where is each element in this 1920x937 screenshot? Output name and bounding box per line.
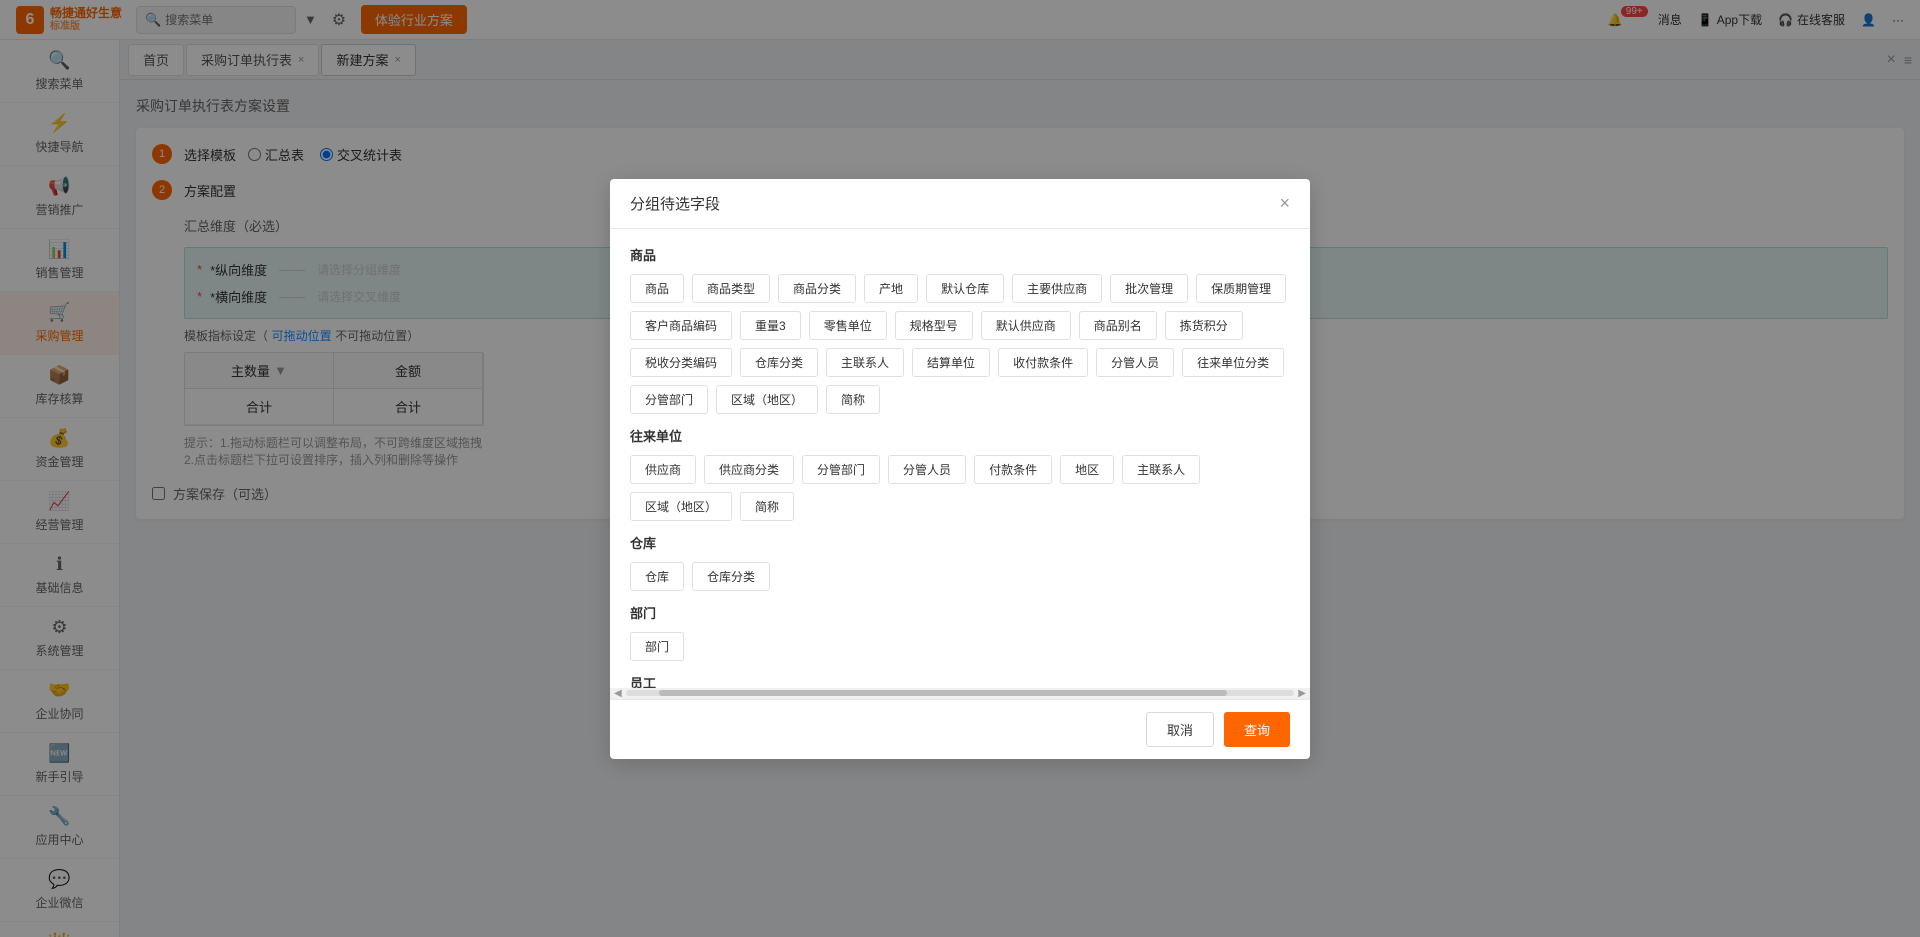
field-tag-0-5[interactable]: 主要供应商 <box>1012 274 1102 303</box>
scroll-right-arrow[interactable]: ▶ <box>1298 688 1306 699</box>
field-tag-3-0[interactable]: 部门 <box>630 632 684 661</box>
field-tag-0-10[interactable]: 零售单位 <box>809 311 887 340</box>
field-tag-0-4[interactable]: 默认仓库 <box>926 274 1004 303</box>
field-tag-2-0[interactable]: 仓库 <box>630 562 684 591</box>
field-tag-1-5[interactable]: 地区 <box>1060 455 1114 484</box>
field-tag-0-16[interactable]: 仓库分类 <box>740 348 818 377</box>
modal-header: 分组待选字段 × <box>610 179 1310 229</box>
field-tag-0-23[interactable]: 区域（地区） <box>716 385 818 414</box>
field-tag-0-0[interactable]: 商品 <box>630 274 684 303</box>
field-tag-1-1[interactable]: 供应商分类 <box>704 455 794 484</box>
field-tag-1-7[interactable]: 区域（地区） <box>630 492 732 521</box>
scroll-track[interactable] <box>626 690 1295 696</box>
field-tag-0-22[interactable]: 分管部门 <box>630 385 708 414</box>
field-tag-0-19[interactable]: 收付款条件 <box>998 348 1088 377</box>
field-tag-0-7[interactable]: 保质期管理 <box>1196 274 1286 303</box>
group-fields-1: 供应商供应商分类分管部门分管人员付款条件地区主联系人区域（地区） 简称 <box>630 455 1290 521</box>
modal-close-btn[interactable]: × <box>1279 194 1290 212</box>
field-tag-1-3[interactable]: 分管人员 <box>888 455 966 484</box>
modal-overlay: 分组待选字段 × 商品商品商品类型商品分类产地默认仓库主要供应商批次管理保质期管… <box>0 0 1920 937</box>
field-tag-0-1[interactable]: 商品类型 <box>692 274 770 303</box>
group-title-0: 商品 <box>630 245 1290 264</box>
group-title-2: 仓库 <box>630 533 1290 552</box>
modal-body: 商品商品商品类型商品分类产地默认仓库主要供应商批次管理保质期管理客户商品编码重量… <box>610 229 1310 688</box>
field-tag-1-6[interactable]: 主联系人 <box>1122 455 1200 484</box>
field-tag-0-12[interactable]: 默认供应商 <box>981 311 1071 340</box>
field-tag-0-6[interactable]: 批次管理 <box>1110 274 1188 303</box>
field-tag-1-0[interactable]: 供应商 <box>630 455 696 484</box>
horizontal-scrollbar: ◀ ▶ <box>610 688 1310 699</box>
field-tag-0-21[interactable]: 往来单位分类 <box>1182 348 1284 377</box>
modal-confirm-btn[interactable]: 查询 <box>1224 712 1290 747</box>
field-tag-0-17[interactable]: 主联系人 <box>826 348 904 377</box>
group-title-3: 部门 <box>630 603 1290 622</box>
group-fields-0: 商品商品类型商品分类产地默认仓库主要供应商批次管理保质期管理客户商品编码重量3 零… <box>630 274 1290 414</box>
group-title-4: 员工 <box>630 673 1290 688</box>
field-tag-0-8[interactable]: 客户商品编码 <box>630 311 732 340</box>
field-tag-0-24[interactable]: 简称 <box>826 385 880 414</box>
group-title-1: 往来单位 <box>630 426 1290 445</box>
field-tag-0-3[interactable]: 产地 <box>864 274 918 303</box>
field-tag-0-18[interactable]: 结算单位 <box>912 348 990 377</box>
field-tag-0-2[interactable]: 商品分类 <box>778 274 856 303</box>
field-tag-0-15[interactable]: 税收分类编码 <box>630 348 732 377</box>
field-tag-0-20[interactable]: 分管人员 <box>1096 348 1174 377</box>
field-select-modal: 分组待选字段 × 商品商品商品类型商品分类产地默认仓库主要供应商批次管理保质期管… <box>610 179 1310 759</box>
field-tag-2-1[interactable]: 仓库分类 <box>692 562 770 591</box>
group-fields-3: 部门 <box>630 632 1290 661</box>
field-tag-0-14[interactable]: 拣货积分 <box>1165 311 1243 340</box>
field-tag-1-2[interactable]: 分管部门 <box>802 455 880 484</box>
field-tag-1-8[interactable]: 简称 <box>740 492 794 521</box>
scroll-left-arrow[interactable]: ◀ <box>614 688 622 699</box>
field-tag-0-9[interactable]: 重量3 <box>740 311 801 340</box>
scroll-thumb <box>659 690 1227 696</box>
modal-footer: 取消 查询 <box>610 699 1310 759</box>
field-tag-0-13[interactable]: 商品别名 <box>1079 311 1157 340</box>
modal-title: 分组待选字段 <box>630 193 720 214</box>
field-tag-1-4[interactable]: 付款条件 <box>974 455 1052 484</box>
group-fields-2: 仓库仓库分类 <box>630 562 1290 591</box>
modal-cancel-btn[interactable]: 取消 <box>1146 712 1214 747</box>
field-tag-0-11[interactable]: 规格型号 <box>895 311 973 340</box>
